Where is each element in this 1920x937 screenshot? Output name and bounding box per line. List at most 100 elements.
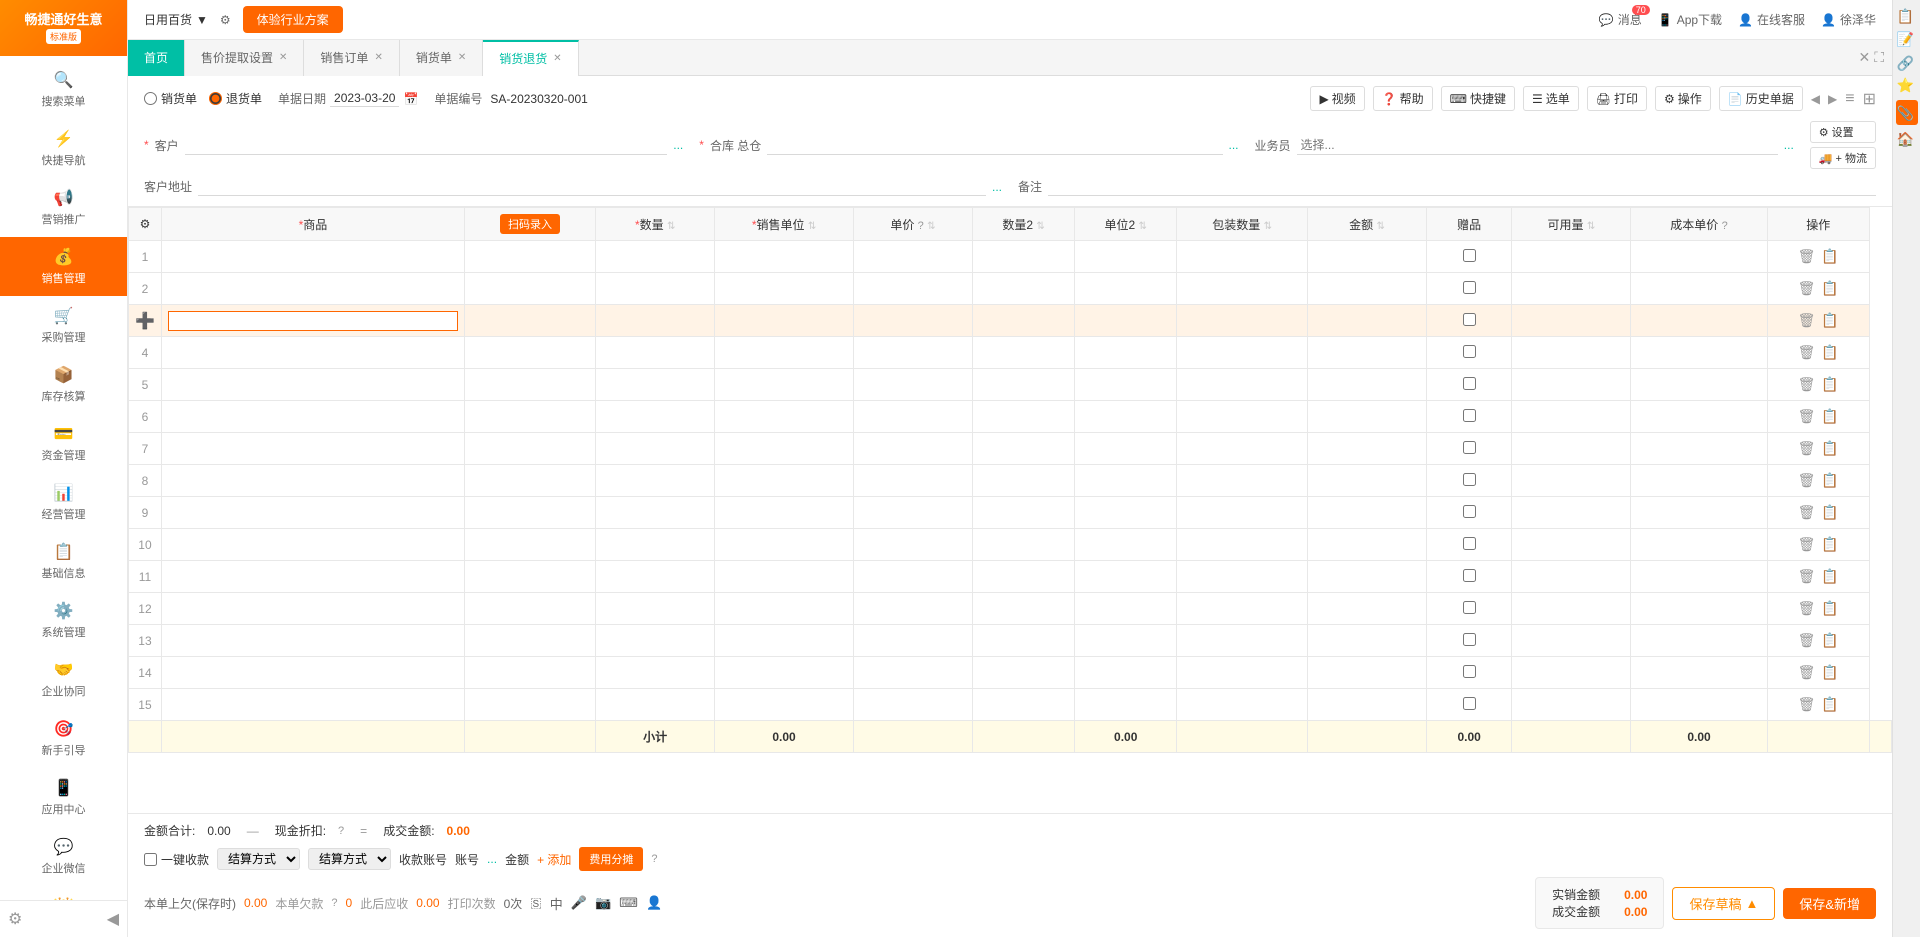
gift-checkbox[interactable] <box>1463 281 1476 294</box>
amount-cell[interactable] <box>1307 433 1426 465</box>
qty2-cell[interactable] <box>973 305 1075 337</box>
pkgqty-cell[interactable] <box>1177 657 1308 689</box>
qty2-cell[interactable] <box>973 401 1075 433</box>
unit-cell[interactable] <box>715 625 854 657</box>
qty2-cell[interactable] <box>973 369 1075 401</box>
unit2-cell[interactable] <box>1075 625 1177 657</box>
sidebar-item-sales[interactable]: 💰 销售管理 <box>0 237 127 296</box>
product-cell[interactable] <box>161 529 464 561</box>
qty2-cell[interactable] <box>973 273 1075 305</box>
unit2-cell[interactable] <box>1075 689 1177 721</box>
gift-cell[interactable] <box>1427 593 1512 625</box>
delete-row-icon[interactable]: 🗑 <box>1798 536 1816 553</box>
copy-row-icon[interactable]: 📋 <box>1821 248 1838 265</box>
sidebar-item-vip[interactable]: 👑 畅会员 <box>0 886 127 900</box>
tab-price-setting-close[interactable]: ✕ <box>279 52 287 63</box>
qty2-cell[interactable] <box>973 337 1075 369</box>
radio-sale-input[interactable] <box>144 92 157 105</box>
gift-cell[interactable] <box>1427 625 1512 657</box>
product-cell[interactable] <box>161 401 464 433</box>
account-more-btn[interactable]: ... <box>487 852 497 866</box>
delete-row-icon[interactable]: 🗑 <box>1798 664 1816 681</box>
grid-view-icon[interactable]: ⊞ <box>1863 89 1876 109</box>
list-view-icon[interactable]: ≡ <box>1845 90 1854 108</box>
price-cell[interactable] <box>853 465 972 497</box>
qty2-cell[interactable] <box>973 593 1075 625</box>
qty2-cell[interactable] <box>973 657 1075 689</box>
pkgqty-cell[interactable] <box>1177 689 1308 721</box>
next-icon[interactable]: ▶ <box>1828 92 1837 106</box>
gift-cell[interactable] <box>1427 433 1512 465</box>
unit2-sort-icon[interactable]: ⇅ <box>1139 221 1147 232</box>
pkgqty-cell[interactable] <box>1177 497 1308 529</box>
copy-row-icon[interactable]: 📋 <box>1821 600 1838 617</box>
delete-row-icon[interactable]: 🗑 <box>1798 312 1816 329</box>
unit2-cell[interactable] <box>1075 273 1177 305</box>
copy-row-icon[interactable]: 📋 <box>1821 440 1838 457</box>
add-button[interactable]: + 添加 <box>537 851 571 868</box>
tab-sales-order[interactable]: 销售订单 ✕ <box>304 40 399 76</box>
breadcrumb-select[interactable]: 日用百货 ▼ <box>144 11 208 28</box>
unit-cell[interactable] <box>715 241 854 273</box>
price-cell[interactable] <box>853 305 972 337</box>
discount-help-icon[interactable]: ? <box>338 825 344 837</box>
product-cell[interactable] <box>161 433 464 465</box>
product-cell[interactable] <box>161 561 464 593</box>
draft-dropdown-icon[interactable]: ▲ <box>1745 896 1758 911</box>
tab-home[interactable]: 首页 <box>128 40 185 76</box>
copy-row-icon[interactable]: 📋 <box>1821 632 1838 649</box>
pkgqty-cell[interactable] <box>1177 433 1308 465</box>
unit-cell[interactable] <box>715 593 854 625</box>
sidebar-item-finance[interactable]: 💳 资金管理 <box>0 414 127 473</box>
unit2-cell[interactable] <box>1075 561 1177 593</box>
delete-row-icon[interactable]: 🗑 <box>1798 248 1816 265</box>
fee-help-icon[interactable]: ? <box>651 853 657 865</box>
copy-row-icon[interactable]: 📋 <box>1821 696 1838 713</box>
sidebar-item-shortcut[interactable]: ⚡ 快捷导航 <box>0 119 127 178</box>
gift-checkbox[interactable] <box>1463 409 1476 422</box>
unit-cell[interactable] <box>715 433 854 465</box>
shortcut-btn[interactable]: ⌨ 快捷键 <box>1441 86 1515 111</box>
price-cell[interactable] <box>853 529 972 561</box>
unit2-cell[interactable] <box>1075 433 1177 465</box>
close-tab-icon[interactable]: ✕ <box>1858 49 1870 66</box>
amount-sort-icon[interactable]: ⇅ <box>1377 221 1385 232</box>
delete-row-icon[interactable]: 🗑 <box>1798 504 1816 521</box>
customer-more-btn[interactable]: ... <box>673 138 683 152</box>
product-cell[interactable] <box>161 241 464 273</box>
product-cell[interactable] <box>161 465 464 497</box>
save-draft-button[interactable]: 保存草稿 ▲ <box>1672 887 1775 920</box>
gift-cell[interactable] <box>1427 465 1512 497</box>
product-cell[interactable] <box>161 625 464 657</box>
unit-cell[interactable] <box>715 401 854 433</box>
price-cell[interactable] <box>853 241 972 273</box>
sidebar-item-newbie[interactable]: 🎯 新手引导 <box>0 709 127 768</box>
delete-row-icon[interactable]: 🗑 <box>1798 344 1816 361</box>
unit2-cell[interactable] <box>1075 305 1177 337</box>
gift-cell[interactable] <box>1427 401 1512 433</box>
tab-price-setting[interactable]: 售价提取设置 ✕ <box>185 40 304 76</box>
delete-row-icon[interactable]: 🗑 <box>1798 440 1816 457</box>
copy-row-icon[interactable]: 📋 <box>1821 536 1838 553</box>
qty-cell[interactable] <box>596 241 715 273</box>
right-panel-tab-1[interactable]: 📋 <box>1899 8 1915 25</box>
product-cell[interactable] <box>161 273 464 305</box>
qty2-cell[interactable] <box>973 465 1075 497</box>
qty-cell[interactable] <box>596 561 715 593</box>
amount-cell[interactable] <box>1307 657 1426 689</box>
pkgqty-cell[interactable] <box>1177 241 1308 273</box>
product-cell[interactable] <box>161 497 464 529</box>
unit2-cell[interactable] <box>1075 401 1177 433</box>
unit2-cell[interactable] <box>1075 241 1177 273</box>
qty-cell[interactable] <box>596 273 715 305</box>
tab-sales-delivery-close[interactable]: ✕ <box>458 52 466 63</box>
qty2-cell[interactable] <box>973 497 1075 529</box>
delete-row-icon[interactable]: 🗑 <box>1798 696 1816 713</box>
delete-row-icon[interactable]: 🗑 <box>1798 280 1816 297</box>
amount-cell[interactable] <box>1307 305 1426 337</box>
unit2-cell[interactable] <box>1075 465 1177 497</box>
unit-cell[interactable] <box>715 369 854 401</box>
price-sort-icon[interactable]: ⇅ <box>927 221 935 232</box>
product-cell[interactable] <box>161 657 464 689</box>
amount-cell[interactable] <box>1307 401 1426 433</box>
